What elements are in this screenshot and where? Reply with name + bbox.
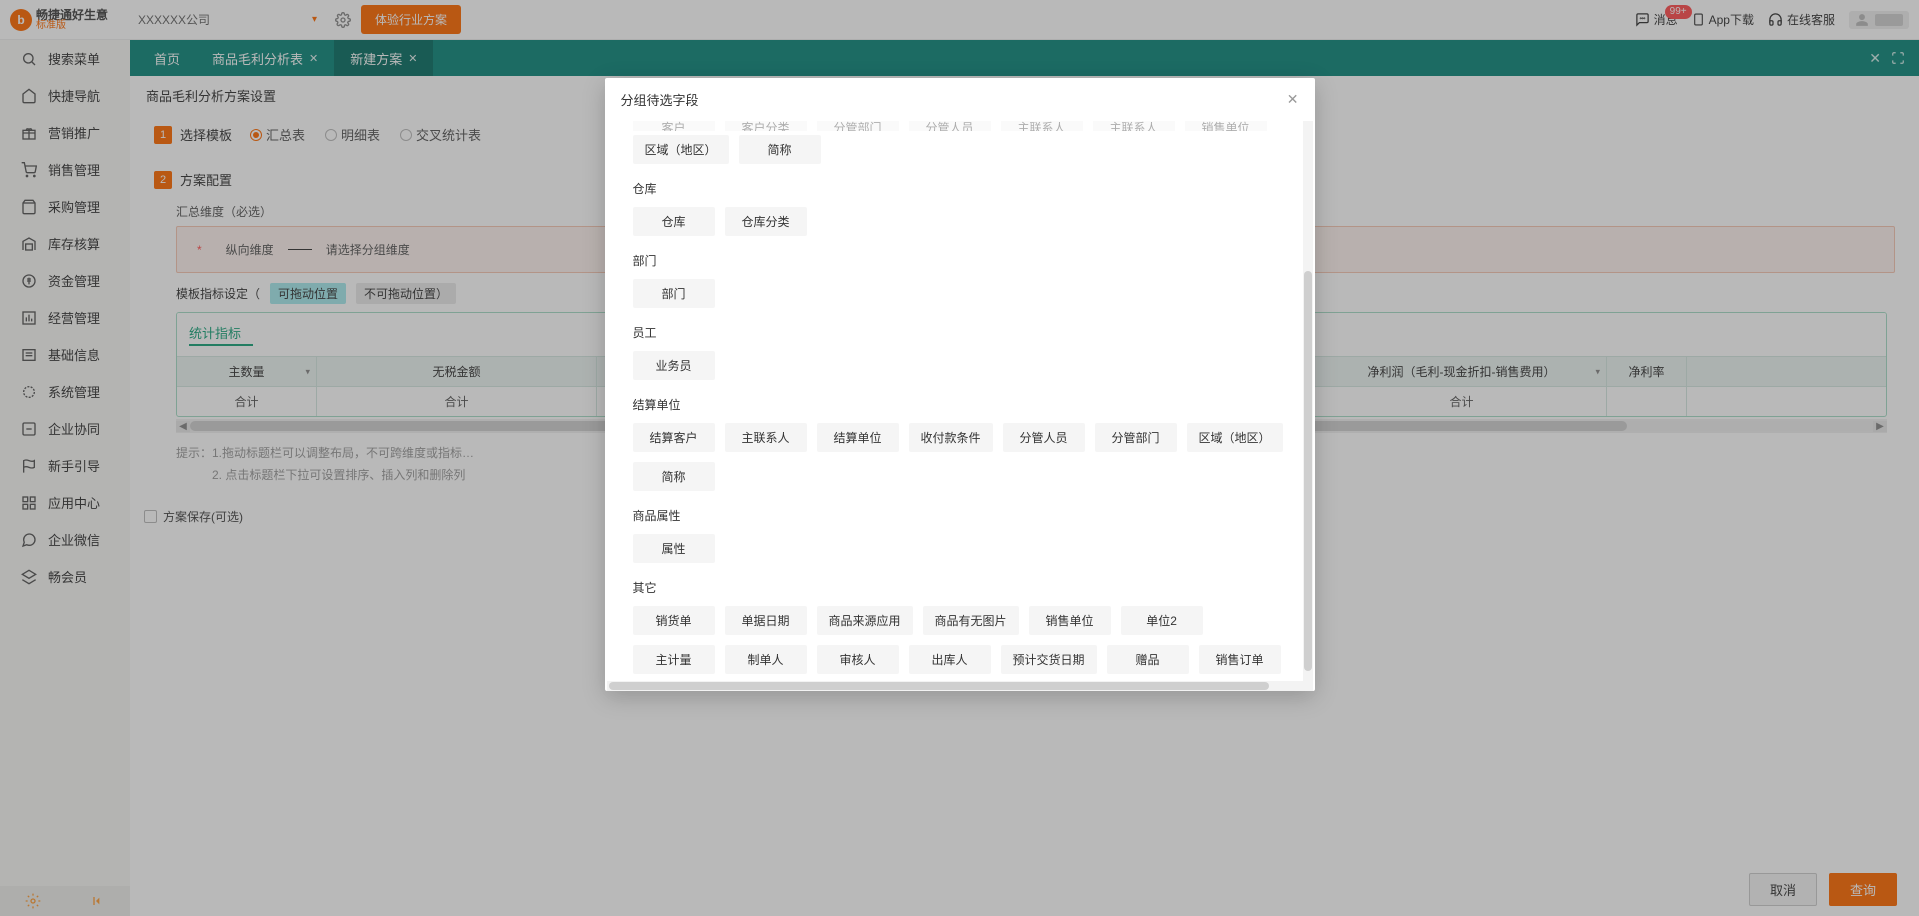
- modal-mask: 分组待选字段 ✕ 客户客户分类分管部门分管人员主联系人主联系人销售单位 区域（地…: [0, 0, 1919, 916]
- field-chip[interactable]: 客户分类: [725, 121, 807, 131]
- field-group-title: 部门: [633, 252, 1287, 269]
- field-chip[interactable]: 销售单位: [1029, 606, 1111, 635]
- field-chip[interactable]: 销售单位: [1185, 121, 1267, 131]
- field-chip[interactable]: 商品有无图片: [923, 606, 1019, 635]
- field-group-title: 员工: [633, 324, 1287, 341]
- field-group-title: 商品属性: [633, 507, 1287, 524]
- field-chip[interactable]: 制单人: [725, 645, 807, 674]
- field-group-title: 其它: [633, 579, 1287, 596]
- field-chip[interactable]: 出库人: [909, 645, 991, 674]
- field-chip[interactable]: 客户: [633, 121, 715, 131]
- field-chip[interactable]: 分管部门: [817, 121, 899, 131]
- field-chip[interactable]: 部门: [633, 279, 715, 308]
- field-chip[interactable]: 主联系人: [1093, 121, 1175, 131]
- field-chip[interactable]: 属性: [633, 534, 715, 563]
- field-chip[interactable]: 仓库: [633, 207, 715, 236]
- field-chip[interactable]: 分管人员: [1003, 423, 1085, 452]
- field-chip[interactable]: 简称: [633, 462, 715, 491]
- field-chip[interactable]: 销货单: [633, 606, 715, 635]
- modal-hscroll[interactable]: [607, 681, 1313, 691]
- field-chip[interactable]: 区域（地区）: [1187, 423, 1283, 452]
- field-selector-modal: 分组待选字段 ✕ 客户客户分类分管部门分管人员主联系人主联系人销售单位 区域（地…: [605, 78, 1315, 691]
- field-group-title: 仓库: [633, 180, 1287, 197]
- field-chip[interactable]: 简称: [739, 135, 821, 164]
- field-chip[interactable]: 预计交货日期: [1001, 645, 1097, 674]
- field-chip[interactable]: 主计量: [633, 645, 715, 674]
- field-chip[interactable]: 主联系人: [725, 423, 807, 452]
- field-chip[interactable]: 商品来源应用: [817, 606, 913, 635]
- modal-vscroll[interactable]: [1303, 121, 1313, 681]
- field-chip[interactable]: 收付款条件: [909, 423, 993, 452]
- field-chip[interactable]: 分管人员: [909, 121, 991, 131]
- field-chip[interactable]: 赠品: [1107, 645, 1189, 674]
- field-chip[interactable]: 审核人: [817, 645, 899, 674]
- field-chip[interactable]: 销售订单: [1199, 645, 1281, 674]
- field-chip[interactable]: 仓库分类: [725, 207, 807, 236]
- field-chip[interactable]: 结算单位: [817, 423, 899, 452]
- modal-title: 分组待选字段: [621, 90, 699, 109]
- field-chip[interactable]: 结算客户: [633, 423, 715, 452]
- field-chip[interactable]: 主联系人: [1001, 121, 1083, 131]
- modal-close-button[interactable]: ✕: [1287, 91, 1299, 108]
- field-chip[interactable]: 区域（地区）: [633, 135, 729, 164]
- field-chip[interactable]: 业务员: [633, 351, 715, 380]
- field-group-title: 结算单位: [633, 396, 1287, 413]
- field-chip[interactable]: 单据日期: [725, 606, 807, 635]
- field-chip[interactable]: 分管部门: [1095, 423, 1177, 452]
- field-chip[interactable]: 单位2: [1121, 606, 1203, 635]
